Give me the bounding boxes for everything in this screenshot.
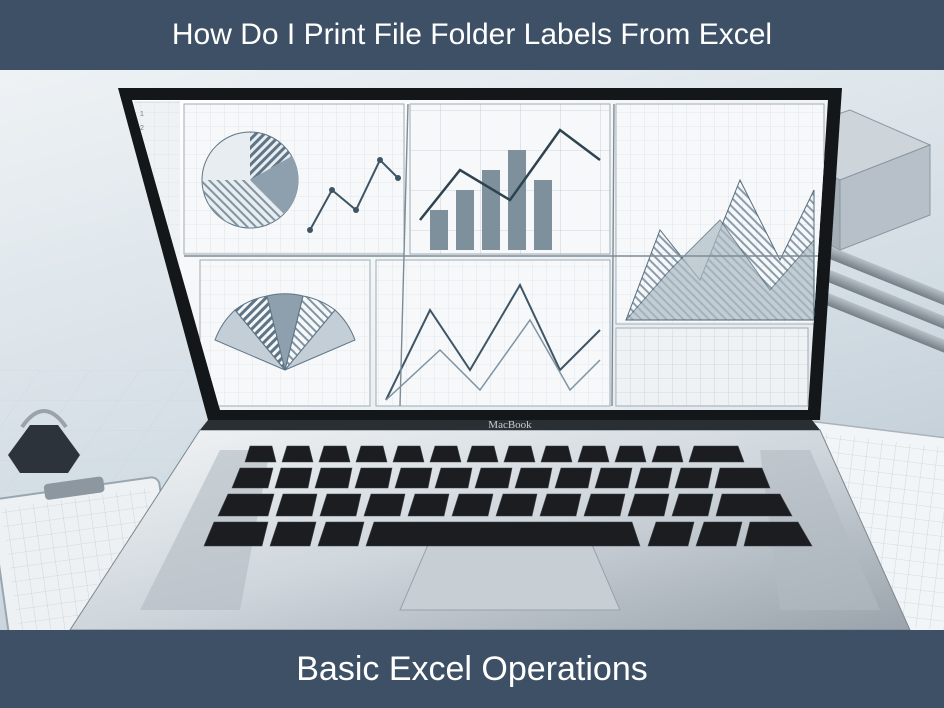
laptop-brand-label: MacBook	[488, 419, 532, 431]
hero-illustration: MacBook 123 456	[0, 70, 944, 630]
footer-bar: Basic Excel Operations	[0, 630, 944, 708]
chart-panel-fan	[200, 260, 370, 406]
title-bar: How Do I Print File Folder Labels From E…	[0, 0, 944, 70]
laptop-charts-illustration: MacBook 123 456	[0, 70, 944, 630]
chart-panel-area	[616, 104, 824, 324]
laptop-icon: MacBook 123 456	[70, 88, 910, 630]
chart-panel-pie	[184, 104, 404, 254]
chart-panel-wire	[376, 260, 610, 406]
page-title: How Do I Print File Folder Labels From E…	[172, 18, 772, 52]
chart-panel-bars	[410, 104, 610, 254]
footer-title: Basic Excel Operations	[296, 650, 648, 689]
svg-text:6: 6	[140, 181, 144, 188]
